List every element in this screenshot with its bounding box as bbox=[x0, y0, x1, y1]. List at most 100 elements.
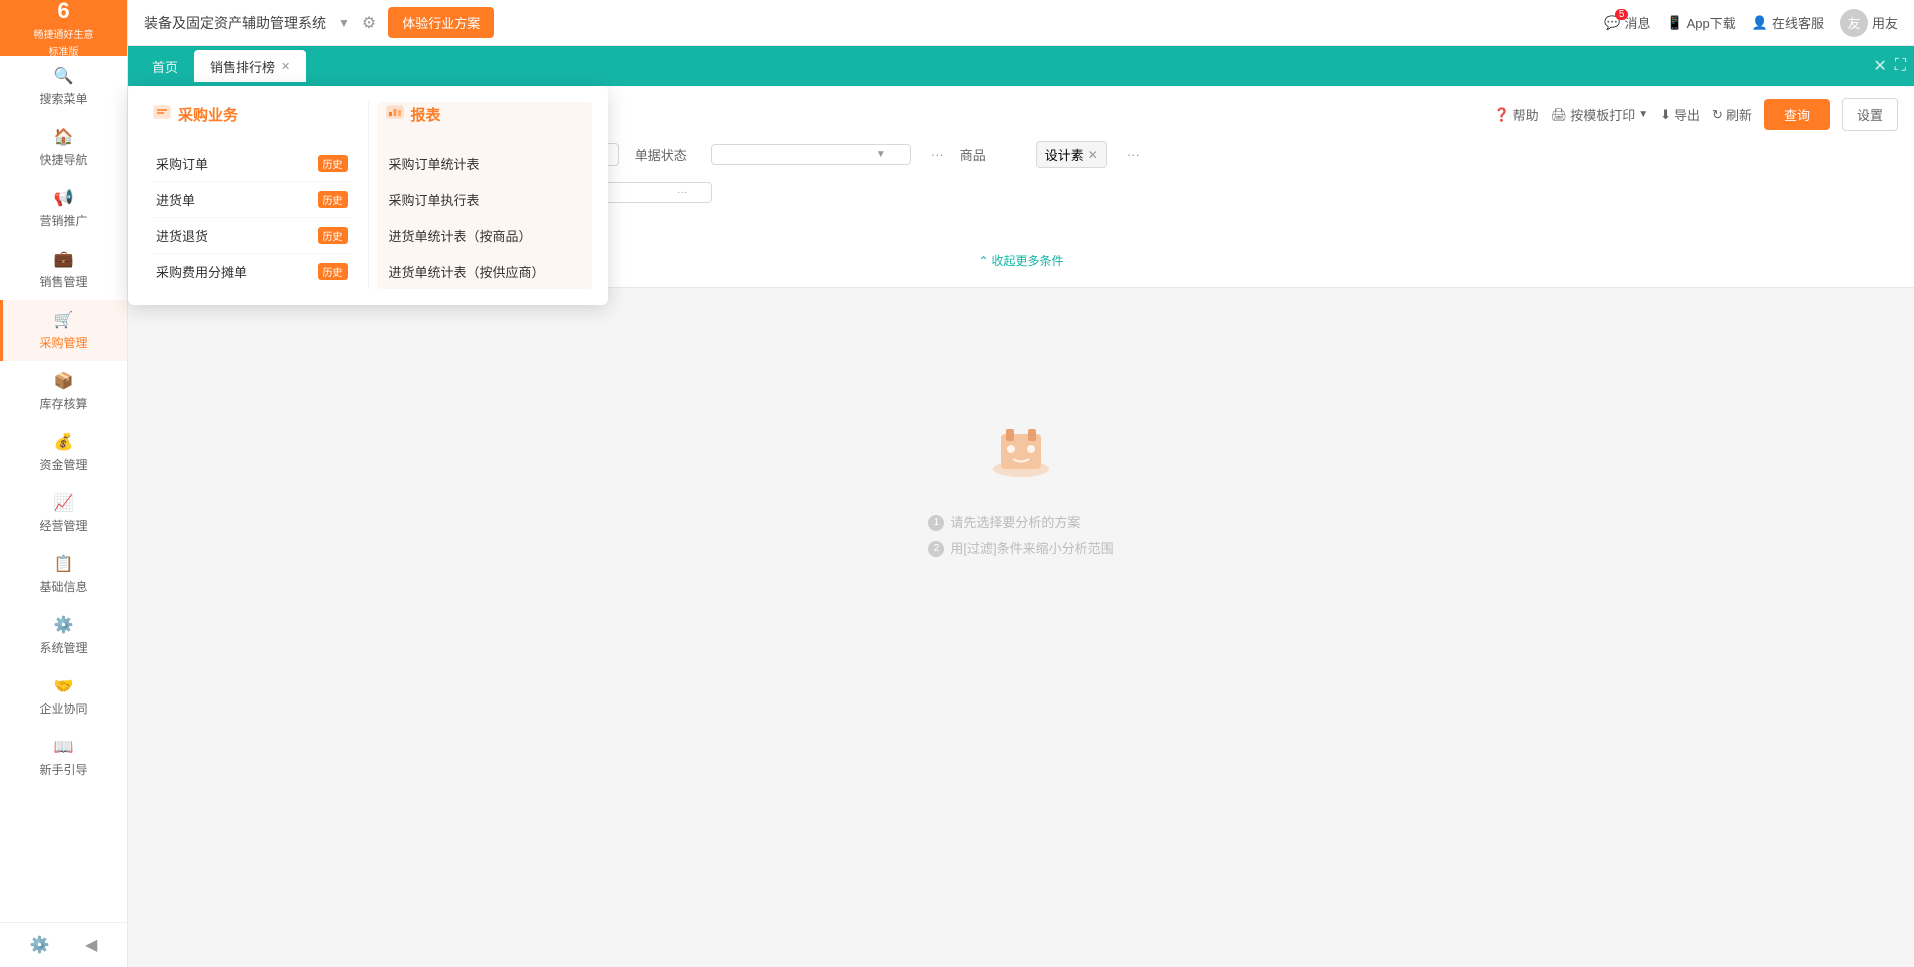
online-service-label: 在线客服 bbox=[1772, 13, 1824, 32]
refresh-action[interactable]: ↻ 刷新 bbox=[1712, 105, 1752, 124]
system-icon: ⚙️ bbox=[54, 615, 74, 635]
sidebar-item-purchase[interactable]: 🛒 采购管理 bbox=[0, 300, 127, 361]
app-download-action[interactable]: 📱 App下载 bbox=[1666, 13, 1735, 32]
tab-close-all-icon[interactable]: ✕ bbox=[1873, 56, 1886, 76]
empty-tips: 1 请先选择要分析的方案 2 用[过滤]条件来缩小分析范围 bbox=[928, 510, 1113, 562]
stock-in-history-badge: 历史 bbox=[318, 191, 348, 208]
service-icon: 👤 bbox=[1752, 15, 1768, 31]
operations-icon: 📈 bbox=[54, 493, 74, 513]
sidebar-menu: 🔍 搜索菜单 🏠 快捷导航 📢 营销推广 💼 销售管理 🛒 采购管理 📦 库存核… bbox=[0, 56, 127, 788]
tab-fullscreen-icon[interactable]: ⛶ bbox=[1895, 57, 1906, 75]
sidebar-item-inventory[interactable]: 📦 库存核算 bbox=[0, 361, 127, 422]
sidebar-label-search: 搜索菜单 bbox=[39, 90, 87, 107]
search-icon: 🔍 bbox=[54, 66, 74, 86]
dropdown-item-purchase-order-exec[interactable]: 采购订单执行表 bbox=[385, 182, 585, 218]
cooperation-icon: 🤝 bbox=[54, 676, 74, 696]
empty-tip-1: 1 请先选择要分析的方案 bbox=[928, 510, 1113, 536]
purchase-section: 采购业务 采购订单 历史 进货单 历史 进货退货 历史 采购费用分摊单 历史 bbox=[144, 102, 360, 289]
messages-action[interactable]: 💬 5 消息 bbox=[1604, 13, 1650, 32]
refresh-icon: ↻ bbox=[1712, 107, 1723, 123]
sidebar-item-cooperation[interactable]: 🤝 企业协同 bbox=[0, 666, 127, 727]
collapse-button[interactable]: ⌃ 收起更多条件 bbox=[978, 252, 1063, 269]
messages-badge: 5 bbox=[1615, 9, 1629, 20]
dropdown-item-stock-return[interactable]: 进货退货 历史 bbox=[152, 218, 352, 254]
tab-sales-ranking-label: 销售排行榜 bbox=[210, 57, 275, 76]
product-more[interactable]: ··· bbox=[1127, 147, 1140, 162]
sidebar-item-sales[interactable]: 💼 销售管理 bbox=[0, 239, 127, 300]
dropdown-item-stock-in-label: 进货单 bbox=[156, 190, 195, 209]
print-label: 按模板打印 bbox=[1570, 105, 1635, 124]
dropdown-item-purchase-order-stats[interactable]: 采购订单统计表 bbox=[385, 146, 585, 182]
sales-icon: 💼 bbox=[54, 249, 74, 269]
dropdown-item-stock-stats-supplier-label: 进货单统计表（按供应商） bbox=[389, 262, 545, 281]
phone-icon: 📱 bbox=[1666, 15, 1682, 31]
dropdown-item-purchase-order-label: 采购订单 bbox=[156, 154, 208, 173]
doc-status-label: 单据状态 bbox=[635, 145, 695, 164]
user-action[interactable]: 友 用友 bbox=[1840, 9, 1898, 37]
collapse-sidebar-icon[interactable]: ◀ bbox=[85, 935, 97, 955]
query-button[interactable]: 查询 bbox=[1764, 99, 1830, 130]
dropdown-menu: 采购业务 采购订单 历史 进货单 历史 进货退货 历史 采购费用分摊单 历史 bbox=[128, 86, 608, 305]
dropdown-item-stock-stats-supplier[interactable]: 进货单统计表（按供应商） bbox=[385, 254, 585, 289]
sidebar: 6 畅捷通好生意 标准版 🔍 搜索菜单 🏠 快捷导航 📢 营销推广 💼 销售管理… bbox=[0, 0, 128, 967]
tab-home-label: 首页 bbox=[152, 57, 178, 76]
doc-status-arrow: ▼ bbox=[876, 149, 886, 160]
shortcuts-icon: 🏠 bbox=[54, 127, 74, 147]
sidebar-label-guide: 新手引导 bbox=[39, 761, 87, 778]
sidebar-label-marketing: 营销推广 bbox=[39, 212, 87, 229]
sidebar-item-marketing[interactable]: 📢 营销推广 bbox=[0, 178, 127, 239]
dropdown-item-stock-return-label: 进货退货 bbox=[156, 226, 208, 245]
empty-illustration bbox=[981, 414, 1061, 494]
settings-bottom-icon[interactable]: ⚙️ bbox=[30, 935, 50, 955]
dropdown-item-purchase-order-exec-label: 采购订单执行表 bbox=[389, 190, 480, 209]
sidebar-item-search[interactable]: 🔍 搜索菜单 bbox=[0, 56, 127, 117]
dropdown-item-stock-in[interactable]: 进货单 历史 bbox=[152, 182, 352, 218]
sidebar-label-operations: 经营管理 bbox=[39, 517, 87, 534]
product-label: 商品 bbox=[960, 145, 1020, 164]
product-tag-close[interactable]: ✕ bbox=[1088, 148, 1098, 162]
dropdown-item-purchase-expense[interactable]: 采购费用分摊单 历史 bbox=[152, 254, 352, 289]
purchase-expense-history-badge: 历史 bbox=[318, 263, 348, 280]
topbar-actions: 💬 5 消息 📱 App下载 👤 在线客服 友 用友 bbox=[1604, 9, 1898, 37]
collapse-label: 收起更多条件 bbox=[992, 252, 1064, 269]
purchase-section-title: 采购业务 bbox=[152, 102, 352, 134]
sidebar-item-system[interactable]: ⚙️ 系统管理 bbox=[0, 605, 127, 666]
tab-home[interactable]: 首页 bbox=[136, 50, 194, 82]
dropdown-item-stock-stats-product[interactable]: 进货单统计表（按商品） bbox=[385, 218, 585, 254]
messages-badge-wrap: 💬 5 bbox=[1604, 15, 1620, 31]
dropdown-item-purchase-order-stats-label: 采购订单统计表 bbox=[389, 154, 480, 173]
sidebar-label-purchase: 采购管理 bbox=[39, 334, 87, 351]
dropdown-item-purchase-order[interactable]: 采购订单 历史 bbox=[152, 146, 352, 182]
topbar-settings-icon[interactable]: ⚙ bbox=[362, 13, 376, 33]
export-action[interactable]: ⬇ 导出 bbox=[1660, 105, 1700, 124]
main-content: 装备及固定资产辅助管理系统 ▼ ⚙ 体验行业方案 💬 5 消息 📱 App下载 … bbox=[128, 0, 1914, 967]
tab-close-icon[interactable]: ✕ bbox=[281, 60, 290, 73]
help-label: 帮助 bbox=[1513, 105, 1539, 124]
settings-button[interactable]: 设置 bbox=[1842, 98, 1898, 131]
topbar: 装备及固定资产辅助管理系统 ▼ ⚙ 体验行业方案 💬 5 消息 📱 App下载 … bbox=[128, 0, 1914, 46]
industry-btn[interactable]: 体验行业方案 bbox=[388, 7, 494, 38]
tab-sales-ranking[interactable]: 销售排行榜 ✕ bbox=[194, 50, 306, 82]
tip-text-2: 用[过滤]条件来缩小分析范围 bbox=[950, 536, 1113, 562]
export-label: 导出 bbox=[1674, 105, 1700, 124]
sidebar-item-operations[interactable]: 📈 经营管理 bbox=[0, 483, 127, 544]
purchase-section-icon bbox=[152, 102, 172, 126]
help-action[interactable]: ❓ 帮助 bbox=[1493, 105, 1538, 124]
online-service-action[interactable]: 👤 在线客服 bbox=[1752, 13, 1824, 32]
help-icon: ❓ bbox=[1493, 107, 1509, 123]
sidebar-item-basics[interactable]: 📋 基础信息 bbox=[0, 544, 127, 605]
tip-num-2: 2 bbox=[928, 541, 944, 557]
sidebar-item-finance[interactable]: 💰 资金管理 bbox=[0, 422, 127, 483]
doc-status-select[interactable]: ▼ bbox=[711, 144, 911, 165]
sidebar-item-guide[interactable]: 📖 新手引导 bbox=[0, 727, 127, 788]
doc-status-more[interactable]: ··· bbox=[931, 147, 944, 162]
sidebar-item-shortcuts[interactable]: 🏠 快捷导航 bbox=[0, 117, 127, 178]
empty-state: 1 请先选择要分析的方案 2 用[过滤]条件来缩小分析范围 bbox=[128, 288, 1914, 688]
sidebar-label-inventory: 库存核算 bbox=[39, 395, 87, 412]
topbar-dropdown-arrow[interactable]: ▼ bbox=[338, 16, 350, 30]
tip-text-1: 请先选择要分析的方案 bbox=[950, 510, 1080, 536]
tabbar: 首页 销售排行榜 ✕ ✕ ⛶ bbox=[128, 46, 1914, 86]
tab-right-actions: ✕ ⛶ bbox=[1873, 56, 1906, 76]
basics-icon: 📋 bbox=[54, 554, 74, 574]
print-action[interactable]: 🖨 按模板打印 ▼ bbox=[1551, 105, 1648, 124]
